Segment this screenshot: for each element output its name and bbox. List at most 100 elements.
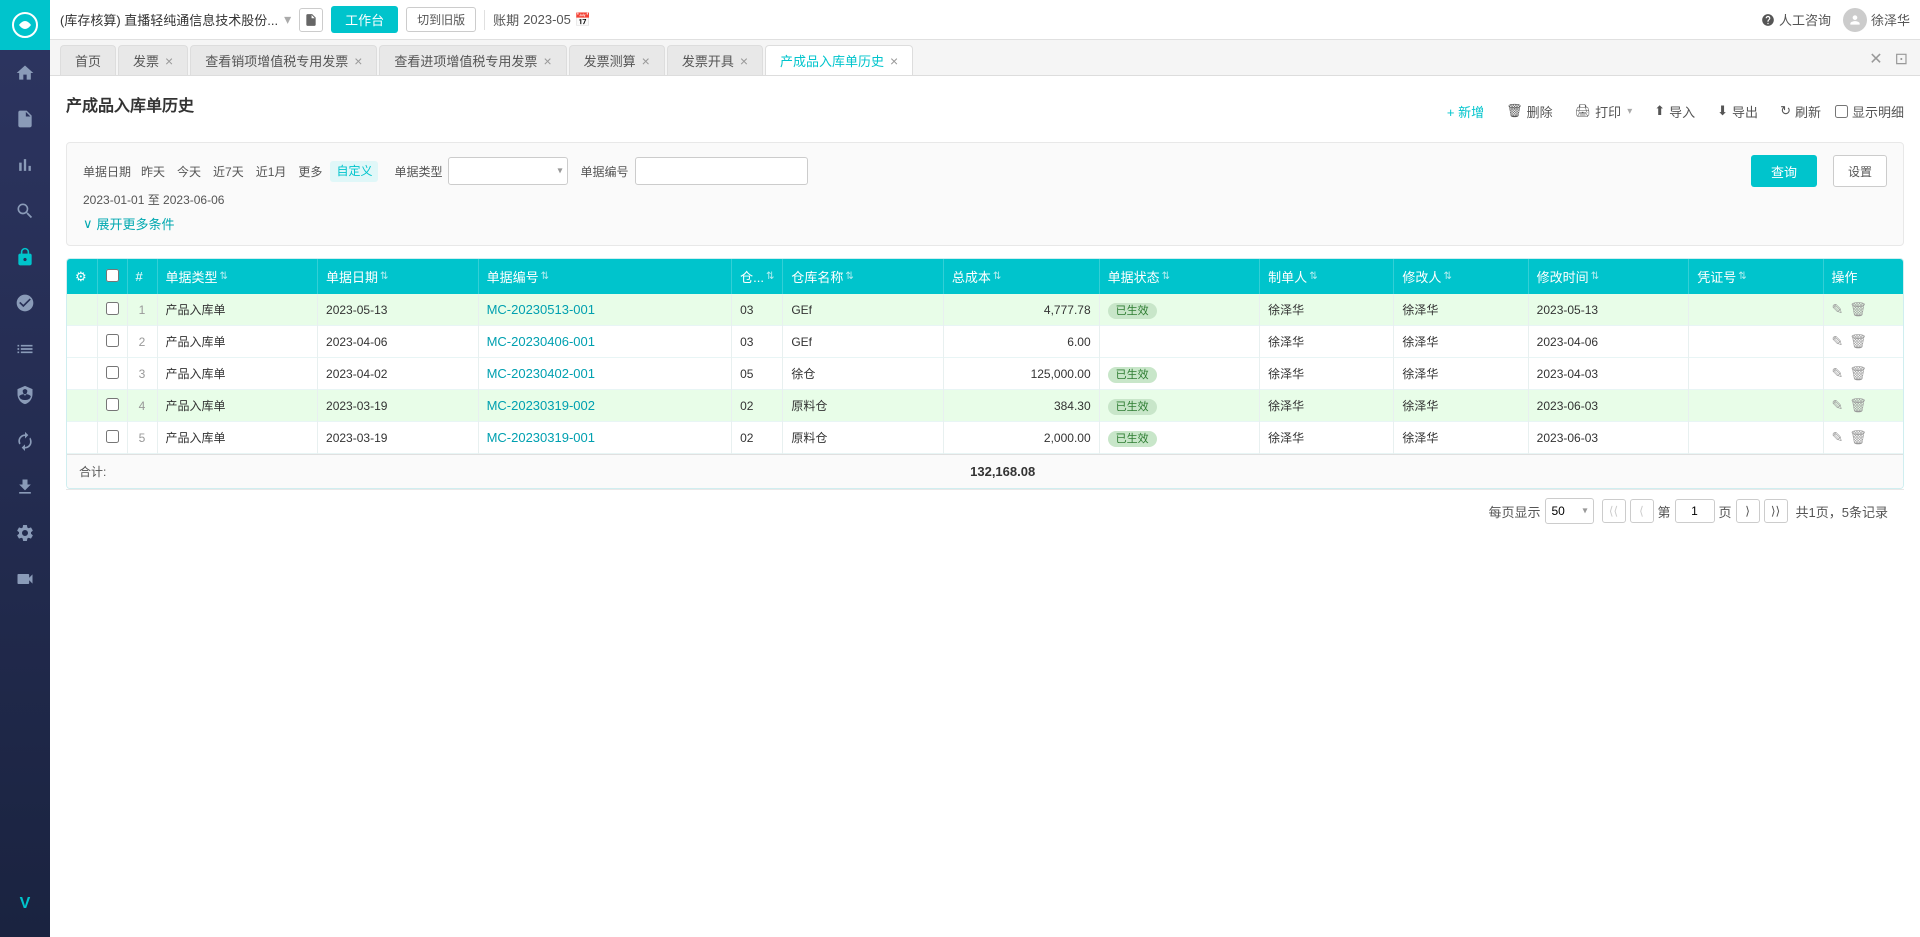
last-page-btn[interactable]: ⟩⟩ (1764, 499, 1788, 523)
tab-close-all[interactable]: ✕ (1867, 47, 1884, 71)
tab-home[interactable]: 首页 (60, 45, 116, 75)
row-checkbox-3[interactable] (106, 398, 119, 411)
next-page-btn[interactable]: ⟩ (1736, 499, 1760, 523)
sidebar-item-v[interactable]: V (0, 881, 50, 927)
tab-invoice-calc[interactable]: 发票测算 × (569, 45, 665, 75)
first-page-btn[interactable]: ⟨⟨ (1602, 499, 1626, 523)
cell-warehouse-name: 原料仓 (783, 422, 944, 454)
row-checkbox-1[interactable] (106, 334, 119, 347)
sort-type-icon[interactable]: ⇅ (220, 271, 228, 282)
brand-area: (库存核算) 直播轻纯通信息技术股份... ▾ (60, 10, 291, 29)
delete-icon-0[interactable]: 🗑 (1849, 301, 1867, 318)
sort-date-icon[interactable]: ⇅ (380, 271, 388, 282)
tab-expand[interactable]: ⊡ (1893, 47, 1910, 71)
code-link-4[interactable]: MC-20230319-001 (487, 430, 595, 445)
delete-icon-4[interactable]: 🗑 (1849, 429, 1867, 446)
sort-code-icon[interactable]: ⇅ (541, 271, 549, 282)
query-button[interactable]: 查询 (1751, 155, 1817, 187)
switch-button[interactable]: 切到旧版 (406, 7, 476, 32)
num-filter-input[interactable] (635, 157, 808, 185)
tab-check-sales-vat-close[interactable]: × (354, 54, 362, 68)
row-checkbox-0[interactable] (106, 302, 119, 315)
support-link[interactable]: 人工咨询 (1761, 10, 1831, 29)
quick-1month[interactable]: 近1月 (252, 161, 291, 182)
select-all-checkbox[interactable] (106, 269, 119, 282)
cell-creator: 徐泽华 (1260, 294, 1394, 326)
page-input[interactable] (1675, 499, 1715, 523)
edit-icon-0[interactable]: ✎ (1832, 301, 1844, 318)
sidebar-item-search[interactable] (0, 188, 50, 234)
calendar-icon[interactable]: 📅 (575, 12, 591, 28)
page-size-selector[interactable]: 50 20 100 (1545, 498, 1594, 524)
sidebar-item-download[interactable] (0, 464, 50, 510)
code-link-2[interactable]: MC-20230402-001 (487, 366, 595, 381)
quick-today[interactable]: 今天 (173, 161, 205, 182)
row-checkbox-4[interactable] (106, 430, 119, 443)
sidebar-item-stamp[interactable] (0, 372, 50, 418)
sort-voucher-icon[interactable]: ⇅ (1738, 271, 1746, 282)
display-cols-checkbox[interactable]: 显示明细 (1835, 102, 1904, 121)
workbench-button[interactable]: 工作台 (331, 6, 398, 33)
code-link-0[interactable]: MC-20230513-001 (487, 302, 595, 317)
sort-modifier-icon[interactable]: ⇅ (1443, 271, 1451, 282)
edit-icon-4[interactable]: ✎ (1832, 429, 1844, 446)
tab-product-history[interactable]: 产成品入库单历史 × (765, 45, 913, 75)
sidebar-item-video[interactable] (0, 556, 50, 602)
settings-icon[interactable]: ⚙ (75, 269, 87, 285)
tab-invoice-calc-close[interactable]: × (642, 54, 650, 68)
sidebar-item-org[interactable] (0, 280, 50, 326)
tab-invoice-open[interactable]: 发票开具 × (667, 45, 763, 75)
sort-wcode-icon[interactable]: ⇅ (766, 271, 774, 282)
code-link-3[interactable]: MC-20230319-002 (487, 398, 595, 413)
prev-page-btn[interactable]: ⟨ (1630, 499, 1654, 523)
th-checkbox (97, 259, 127, 294)
quick-yesterday[interactable]: 昨天 (137, 161, 169, 182)
sidebar-item-refresh[interactable] (0, 418, 50, 464)
tab-invoice[interactable]: 发票 × (118, 45, 188, 75)
account-period-value: 2023-05 (523, 12, 571, 27)
sort-cost-icon[interactable]: ⇅ (993, 271, 1001, 282)
sidebar-item-list[interactable] (0, 326, 50, 372)
sidebar-item-home[interactable] (0, 50, 50, 96)
sidebar-item-settings[interactable] (0, 510, 50, 556)
tab-check-purchase-vat[interactable]: 查看进项增值税专用发票 × (379, 45, 566, 75)
user-menu[interactable]: 徐泽华 (1843, 8, 1910, 32)
sidebar-item-document[interactable] (0, 96, 50, 142)
delete-icon-1[interactable]: 🗑 (1849, 333, 1867, 350)
tab-check-sales-vat[interactable]: 查看销项增值税专用发票 × (190, 45, 377, 75)
expand-more-btn[interactable]: ∨ 展开更多条件 (83, 214, 1887, 233)
edit-icon-1[interactable]: ✎ (1832, 333, 1844, 350)
type-select[interactable] (448, 157, 568, 185)
refresh-button[interactable]: ↻ 刷新 (1772, 98, 1829, 125)
edit-icon-3[interactable]: ✎ (1832, 397, 1844, 414)
sidebar-item-lock[interactable] (0, 234, 50, 280)
sort-mtime-icon[interactable]: ⇅ (1591, 271, 1599, 282)
delete-button[interactable]: 🗑 删除 (1498, 98, 1561, 125)
brand-dropdown-icon[interactable]: ▾ (284, 11, 291, 28)
quick-7days[interactable]: 近7天 (209, 161, 248, 182)
import-button[interactable]: ⬆ 导入 (1646, 98, 1703, 125)
sort-wname-icon[interactable]: ⇅ (845, 271, 853, 282)
display-cols-input[interactable] (1835, 105, 1848, 118)
delete-icon-3[interactable]: 🗑 (1849, 397, 1867, 414)
tab-invoice-close[interactable]: × (165, 54, 173, 68)
setting-button[interactable]: 设置 (1833, 155, 1887, 187)
quick-custom[interactable]: 自定义 (330, 161, 378, 182)
print-button[interactable]: 🖨 打印 ▾ (1567, 98, 1641, 125)
cell-action: ✎ 🗑 (1823, 390, 1903, 422)
sort-status-icon[interactable]: ⇅ (1162, 271, 1170, 282)
new-button[interactable]: + 新增 (1439, 98, 1492, 125)
export-button[interactable]: ⬇ 导出 (1709, 98, 1766, 125)
edit-icon-2[interactable]: ✎ (1832, 365, 1844, 382)
doc-icon-btn[interactable] (299, 8, 323, 32)
sidebar-item-chart[interactable] (0, 142, 50, 188)
tab-check-purchase-vat-close[interactable]: × (543, 54, 551, 68)
delete-icon-2[interactable]: 🗑 (1849, 365, 1867, 382)
sort-creator-icon[interactable]: ⇅ (1309, 271, 1317, 282)
tab-invoice-open-close[interactable]: × (740, 54, 748, 68)
tab-product-history-close[interactable]: × (890, 54, 898, 68)
code-link-1[interactable]: MC-20230406-001 (487, 334, 595, 349)
row-checkbox-2[interactable] (106, 366, 119, 379)
quick-more[interactable]: 更多 (294, 161, 326, 182)
th-settings[interactable]: ⚙ (67, 259, 97, 294)
